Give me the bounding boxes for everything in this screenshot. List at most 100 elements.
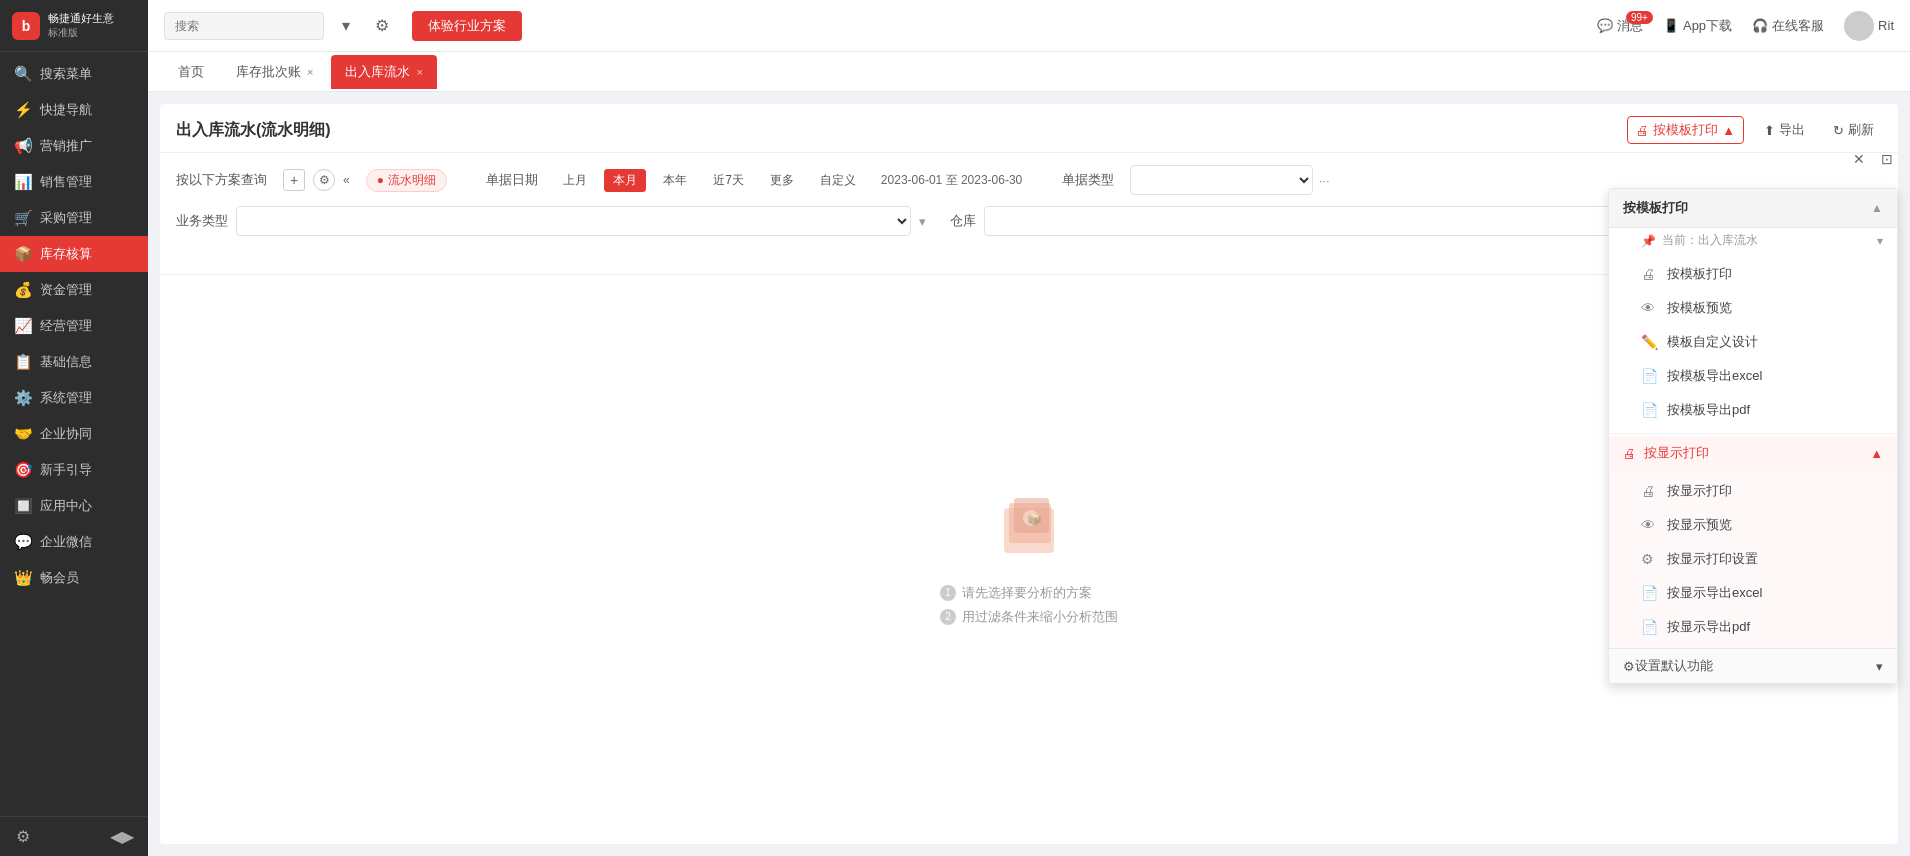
topbar-settings-icon[interactable]: ⚙ bbox=[368, 12, 396, 40]
tab-inventory-close[interactable]: × bbox=[416, 66, 422, 78]
date-btn-this-month[interactable]: 本月 bbox=[604, 169, 646, 192]
page-title: 出入库流水(流水明细) bbox=[176, 120, 331, 141]
display-print-btn[interactable]: 🖨 按显示打印 bbox=[1609, 474, 1897, 508]
dropdown-title: 按模板打印 bbox=[1623, 199, 1688, 217]
date-btn-7days[interactable]: 近7天 bbox=[704, 169, 753, 192]
filter-tag[interactable]: ● 流水明细 bbox=[366, 169, 447, 192]
sidebar-item-purchase[interactable]: 🛒 采购管理 bbox=[0, 200, 148, 236]
sidebar-item-search[interactable]: 🔍 搜索菜单 bbox=[0, 56, 148, 92]
tip-text-1: 请先选择要分析的方案 bbox=[962, 584, 1092, 602]
tab-batch-close[interactable]: × bbox=[307, 66, 313, 78]
app-download-btn[interactable]: 📱 App下载 bbox=[1663, 17, 1732, 35]
filter-scheme-label: 按以下方案查询 bbox=[176, 171, 267, 189]
sidebar-item-wechat[interactable]: 💬 企业微信 bbox=[0, 524, 148, 560]
dropdown-footer-settings[interactable]: ⚙ 设置默认功能 ▾ bbox=[1609, 648, 1897, 683]
date-btn-last-month[interactable]: 上月 bbox=[554, 169, 596, 192]
trial-button[interactable]: 体验行业方案 bbox=[412, 11, 522, 41]
sidebar: b 畅捷通好生意 标准版 🔍 搜索菜单 ⚡ 快捷导航 📢 营销推广 📊 销售管理… bbox=[0, 0, 148, 856]
warehouse-select[interactable] bbox=[984, 206, 1681, 236]
display-print-settings-btn[interactable]: ⚙ 按显示打印设置 bbox=[1609, 542, 1897, 576]
template-print-icon: 🖨 bbox=[1641, 266, 1657, 282]
doc-type-more-icon[interactable]: ··· bbox=[1319, 173, 1330, 188]
online-service-btn[interactable]: 🎧 在线客服 bbox=[1752, 17, 1824, 35]
page-header: 出入库流水(流水明细) 🖨 按模板打印 ▲ ⬆ 导出 ↻ 刷新 bbox=[160, 104, 1898, 153]
online-service-label: 在线客服 bbox=[1772, 17, 1824, 35]
member-icon: 👑 bbox=[14, 569, 32, 587]
current-arrow: ▾ bbox=[1877, 234, 1883, 248]
sidebar-item-marketing-label: 营销推广 bbox=[40, 137, 134, 155]
date-btn-this-year[interactable]: 本年 bbox=[654, 169, 696, 192]
display-print-section-header[interactable]: 🖨 按显示打印 ▲ bbox=[1609, 436, 1897, 470]
tab-batch-account[interactable]: 库存批次账 × bbox=[222, 55, 327, 89]
template-preview-btn[interactable]: 👁 按模板预览 bbox=[1609, 291, 1897, 325]
display-export-excel-btn[interactable]: 📄 按显示导出excel bbox=[1609, 576, 1897, 610]
date-range-display: 2023-06-01 至 2023-06-30 bbox=[881, 172, 1022, 189]
empty-tip-2: 2 用过滤条件来缩小分析范围 bbox=[940, 608, 1118, 626]
quick-nav-icon: ⚡ bbox=[14, 101, 32, 119]
sidebar-collapse-icon[interactable]: ◀▶ bbox=[110, 827, 134, 846]
topbar-right: 💬 消息 99+ 📱 App下载 🎧 在线客服 Rit bbox=[1597, 11, 1894, 41]
sidebar-item-finance-label: 资金管理 bbox=[40, 281, 134, 299]
sidebar-item-basic[interactable]: 📋 基础信息 bbox=[0, 344, 148, 380]
sidebar-item-system[interactable]: ⚙️ 系统管理 bbox=[0, 380, 148, 416]
sidebar-item-quick-nav[interactable]: ⚡ 快捷导航 bbox=[0, 92, 148, 128]
display-print-label: 按显示打印 bbox=[1667, 482, 1732, 500]
print-template-btn[interactable]: 🖨 按模板打印 ▲ bbox=[1627, 116, 1744, 144]
refresh-icon: ↻ bbox=[1833, 123, 1844, 138]
date-btn-custom[interactable]: 自定义 bbox=[811, 169, 865, 192]
warehouse-label: 仓库 bbox=[950, 212, 976, 230]
sidebar-item-member[interactable]: 👑 畅会员 bbox=[0, 560, 148, 596]
template-pdf-icon: 📄 bbox=[1641, 402, 1657, 418]
topbar-dropdown-icon[interactable]: ▾ bbox=[332, 12, 360, 40]
doc-type-select[interactable] bbox=[1130, 165, 1313, 195]
sidebar-item-sales[interactable]: 📊 销售管理 bbox=[0, 164, 148, 200]
template-export-pdf-btn[interactable]: 📄 按模板导出pdf bbox=[1609, 393, 1897, 427]
business-type-field: 业务类型 ▾ bbox=[176, 206, 926, 236]
sidebar-item-member-label: 畅会员 bbox=[40, 569, 134, 587]
sidebar-item-sales-label: 销售管理 bbox=[40, 173, 134, 191]
close-window-btn[interactable]: ✕ bbox=[1848, 148, 1870, 170]
dropdown-divider bbox=[1609, 433, 1897, 434]
tab-home[interactable]: 首页 bbox=[164, 55, 218, 89]
export-btn[interactable]: ⬆ 导出 bbox=[1756, 117, 1813, 143]
sidebar-item-collab[interactable]: 🤝 企业协同 bbox=[0, 416, 148, 452]
settings-gear-icon[interactable]: ⚙ bbox=[14, 827, 32, 846]
filter-collapse-icon[interactable]: « bbox=[343, 173, 350, 187]
user-menu[interactable]: Rit bbox=[1844, 11, 1894, 41]
sidebar-item-finance[interactable]: 💰 资金管理 bbox=[0, 272, 148, 308]
printer-icon: 🖨 bbox=[1636, 123, 1649, 138]
filter-add-btn[interactable]: + bbox=[283, 169, 305, 191]
warehouse-field: 仓库 ··· bbox=[950, 206, 1700, 236]
dropdown-up-arrow[interactable]: ▲ bbox=[1871, 201, 1883, 215]
main-area: ▾ ⚙ 体验行业方案 💬 消息 99+ 📱 App下载 🎧 在线客服 Rit bbox=[148, 0, 1910, 856]
search-icon: 🔍 bbox=[14, 65, 32, 83]
template-print-btn[interactable]: 🖨 按模板打印 bbox=[1609, 257, 1897, 291]
business-type-label: 业务类型 bbox=[176, 212, 228, 230]
display-section-arrow[interactable]: ▲ bbox=[1870, 446, 1883, 461]
sidebar-item-operation[interactable]: 📈 经营管理 bbox=[0, 308, 148, 344]
search-input[interactable] bbox=[164, 12, 324, 40]
display-preview-btn[interactable]: 👁 按显示预览 bbox=[1609, 508, 1897, 542]
sidebar-item-inventory[interactable]: 📦 库存核算 bbox=[0, 236, 148, 272]
display-excel-icon: 📄 bbox=[1641, 585, 1657, 601]
display-export-pdf-btn[interactable]: 📄 按显示导出pdf bbox=[1609, 610, 1897, 644]
inventory-icon: 📦 bbox=[14, 245, 32, 263]
refresh-btn[interactable]: ↻ 刷新 bbox=[1825, 117, 1882, 143]
business-type-select[interactable] bbox=[236, 206, 911, 236]
display-section-toggle[interactable]: 🖨 按显示打印 ▲ bbox=[1609, 436, 1897, 470]
current-text: 当前：出入库流水 bbox=[1662, 232, 1758, 249]
sidebar-item-wechat-label: 企业微信 bbox=[40, 533, 134, 551]
sidebar-item-apps[interactable]: 🔲 应用中心 bbox=[0, 488, 148, 524]
collab-icon: 🤝 bbox=[14, 425, 32, 443]
template-design-btn[interactable]: ✏️ 模板自定义设计 bbox=[1609, 325, 1897, 359]
filter-settings-btn[interactable]: ⚙ bbox=[313, 169, 335, 191]
messages-btn[interactable]: 💬 消息 99+ bbox=[1597, 17, 1643, 35]
user-name: Rit bbox=[1878, 18, 1894, 33]
date-btn-more[interactable]: 更多 bbox=[761, 169, 803, 192]
sidebar-item-guide[interactable]: 🎯 新手引导 bbox=[0, 452, 148, 488]
sidebar-item-marketing[interactable]: 📢 营销推广 bbox=[0, 128, 148, 164]
tab-inventory-flow[interactable]: 出入库流水 × bbox=[331, 55, 436, 89]
template-export-excel-btn[interactable]: 📄 按模板导出excel bbox=[1609, 359, 1897, 393]
template-export-pdf-label: 按模板导出pdf bbox=[1667, 401, 1750, 419]
maximize-window-btn[interactable]: ⊡ bbox=[1876, 148, 1898, 170]
